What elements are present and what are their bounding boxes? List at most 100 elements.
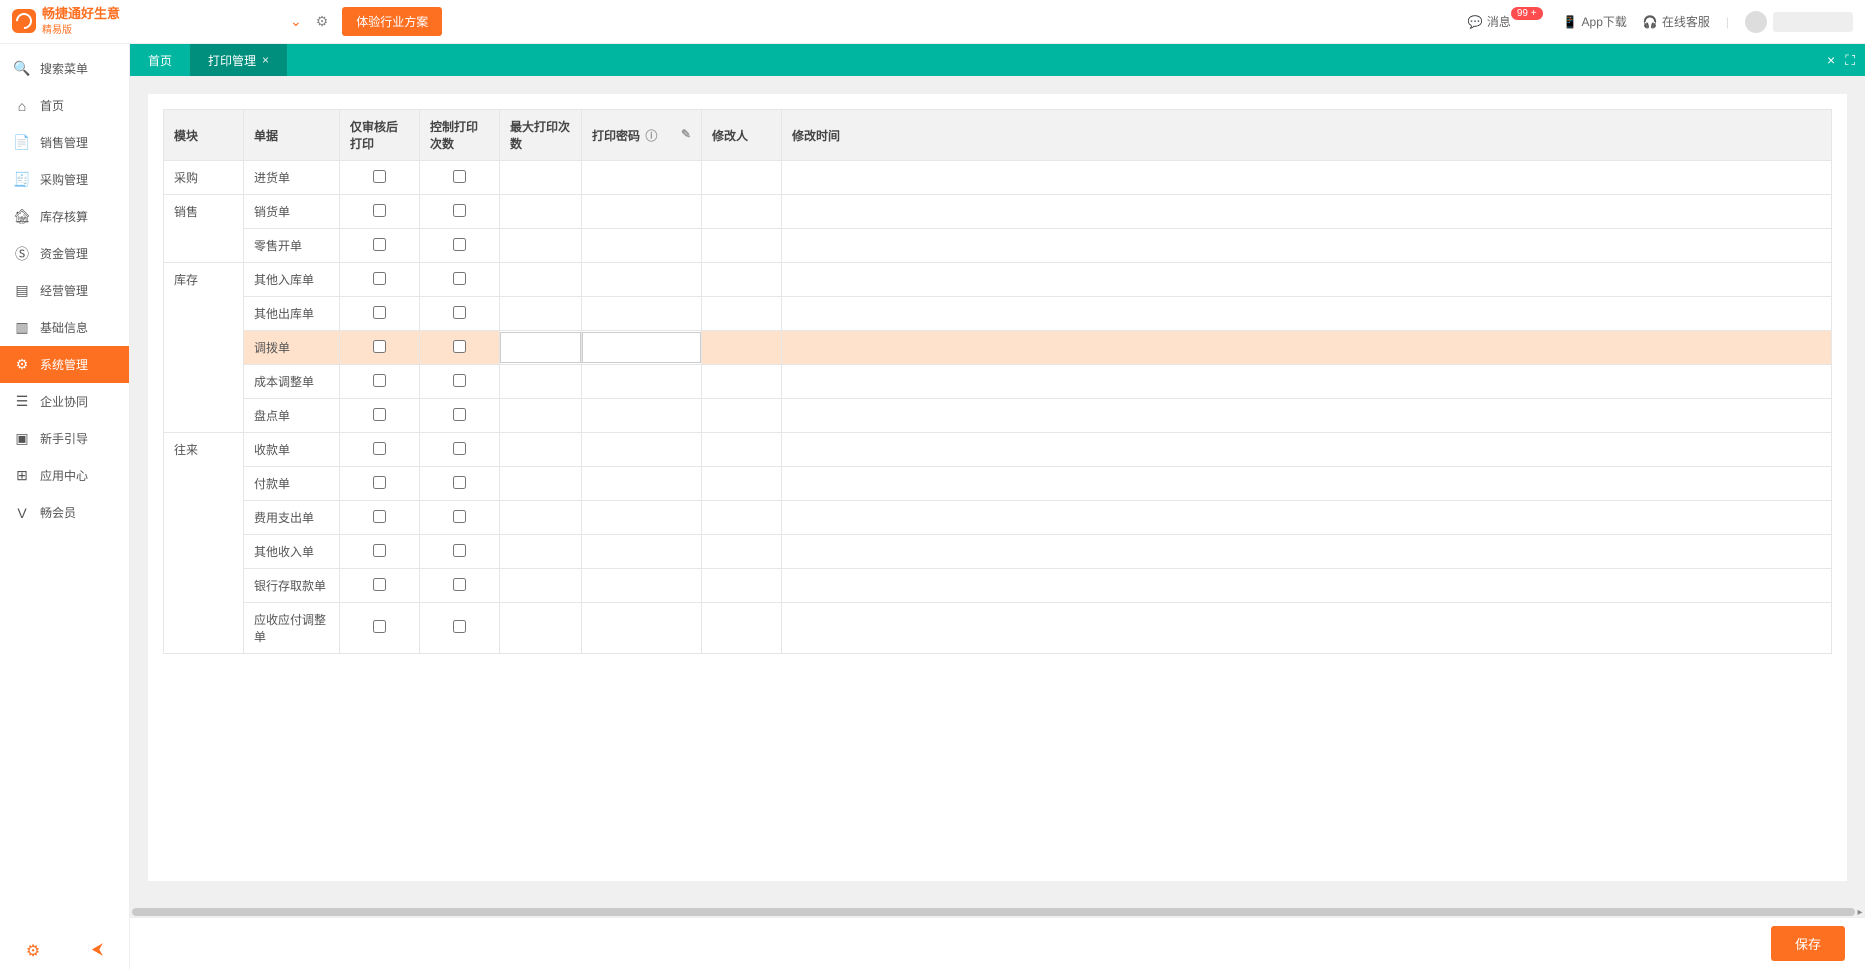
sidebar-item-3[interactable]: 🧾 采购管理 bbox=[0, 161, 129, 198]
save-button[interactable]: 保存 bbox=[1771, 926, 1845, 961]
company-selector[interactable]: ⌄ bbox=[144, 13, 302, 30]
password-input[interactable] bbox=[582, 332, 701, 363]
control-count-checkbox[interactable] bbox=[453, 510, 466, 523]
after-approve-cell bbox=[340, 535, 420, 569]
after-approve-checkbox[interactable] bbox=[373, 578, 386, 591]
close-icon[interactable]: × bbox=[262, 53, 269, 67]
sidebar-item-11[interactable]: ⊞应用中心 bbox=[0, 457, 129, 494]
doc-cell: 进货单 bbox=[244, 161, 340, 195]
after-approve-checkbox[interactable] bbox=[373, 544, 386, 557]
table-row[interactable]: 往来收款单 bbox=[164, 433, 1832, 467]
scrollbar-arrow-right-icon[interactable]: ▸ bbox=[1855, 907, 1865, 917]
online-service-link[interactable]: 🎧 在线客服 bbox=[1643, 13, 1710, 30]
after-approve-checkbox[interactable] bbox=[373, 306, 386, 319]
after-approve-checkbox[interactable] bbox=[373, 272, 386, 285]
after-approve-checkbox[interactable] bbox=[373, 476, 386, 489]
table-row[interactable]: 费用支出单 bbox=[164, 501, 1832, 535]
messages-link[interactable]: 💬 消息 99 + bbox=[1468, 13, 1547, 30]
sidebar-item-label: 采购管理 bbox=[40, 171, 88, 188]
table-row[interactable]: 银行存取款单 bbox=[164, 569, 1832, 603]
table-row[interactable]: 应收应付调整单 bbox=[164, 603, 1832, 654]
sidebar-item-12[interactable]: V畅会员 bbox=[0, 494, 129, 531]
after-approve-checkbox[interactable] bbox=[373, 374, 386, 387]
sidebar-item-8[interactable]: ⚙系统管理 bbox=[0, 346, 129, 383]
collapse-sidebar-icon[interactable]: ⮜ bbox=[92, 941, 103, 961]
table-row[interactable]: 其他出库单 bbox=[164, 297, 1832, 331]
sidebar-item-6[interactable]: ▤经营管理 bbox=[0, 272, 129, 309]
avatar-icon bbox=[1745, 11, 1767, 33]
app-download-link[interactable]: 📱 App下载 bbox=[1563, 13, 1627, 30]
table-row[interactable]: 库存其他入库单 bbox=[164, 263, 1832, 297]
sidebar-item-2[interactable]: 📄销售管理 bbox=[0, 124, 129, 161]
control-count-checkbox[interactable] bbox=[453, 442, 466, 455]
control-count-checkbox[interactable] bbox=[453, 544, 466, 557]
sidebar-item-9[interactable]: ☰企业协同 bbox=[0, 383, 129, 420]
control-count-checkbox[interactable] bbox=[453, 578, 466, 591]
sidebar-item-0[interactable]: 🔍搜索菜单 bbox=[0, 50, 129, 87]
settings-gear-icon[interactable]: ⚙ bbox=[26, 941, 40, 961]
table-row[interactable]: 零售开单 bbox=[164, 229, 1832, 263]
sidebar: 🔍搜索菜单⌂首页📄销售管理 🧾 采购管理 🏚库存核算Ⓢ资金管理▤经营管理▥基础信息⚙系… bbox=[0, 44, 130, 969]
sidebar-item-4[interactable]: 🏚库存核算 bbox=[0, 198, 129, 235]
modifier-cell bbox=[702, 399, 782, 433]
doc-cell: 其他出库单 bbox=[244, 297, 340, 331]
close-all-tabs-icon[interactable]: × bbox=[1827, 52, 1835, 68]
control-count-checkbox[interactable] bbox=[453, 204, 466, 217]
modify-time-cell bbox=[782, 331, 1832, 365]
messages-label: 消息 bbox=[1487, 13, 1511, 30]
tab-print-management[interactable]: 打印管理 × bbox=[190, 44, 287, 76]
control-count-checkbox[interactable] bbox=[453, 170, 466, 183]
fullscreen-icon[interactable]: ⛶ bbox=[1845, 52, 1855, 69]
control-count-checkbox[interactable] bbox=[453, 408, 466, 421]
after-approve-checkbox[interactable] bbox=[373, 238, 386, 251]
max-count-input[interactable] bbox=[500, 332, 581, 363]
table-row[interactable]: 调拨单 bbox=[164, 331, 1832, 365]
table-header-row: 模块 单据 仅审核后打印 控制打印次数 最大打印次数 打印密码 ⓘ ✎ 修改人 … bbox=[164, 110, 1832, 161]
sidebar-item-label: 搜索菜单 bbox=[40, 60, 88, 77]
control-count-checkbox[interactable] bbox=[453, 306, 466, 319]
after-approve-checkbox[interactable] bbox=[373, 620, 386, 633]
modify-time-cell bbox=[782, 603, 1832, 654]
industry-plan-button[interactable]: 体验行业方案 bbox=[342, 7, 442, 36]
sidebar-item-icon: 🧾 bbox=[14, 172, 30, 188]
table-row[interactable]: 成本调整单 bbox=[164, 365, 1832, 399]
sidebar-item-5[interactable]: Ⓢ资金管理 bbox=[0, 235, 129, 272]
user-menu[interactable] bbox=[1745, 11, 1853, 33]
control-count-checkbox[interactable] bbox=[453, 476, 466, 489]
control-count-checkbox[interactable] bbox=[453, 374, 466, 387]
tab-home[interactable]: 首页 bbox=[130, 44, 190, 76]
table-row[interactable]: 采购进货单 bbox=[164, 161, 1832, 195]
table-row[interactable]: 其他收入单 bbox=[164, 535, 1832, 569]
help-icon[interactable]: ⓘ bbox=[645, 129, 657, 143]
after-approve-checkbox[interactable] bbox=[373, 340, 386, 353]
app-download-label: App下载 bbox=[1582, 13, 1627, 30]
footer-bar: 保存 bbox=[130, 917, 1865, 969]
edit-icon[interactable]: ✎ bbox=[681, 127, 691, 141]
settings-icon[interactable]: ⚙ bbox=[316, 13, 329, 30]
chat-icon: 💬 bbox=[1468, 15, 1483, 29]
control-count-checkbox[interactable] bbox=[453, 272, 466, 285]
sidebar-item-10[interactable]: ▣新手引导 bbox=[0, 420, 129, 457]
after-approve-checkbox[interactable] bbox=[373, 442, 386, 455]
sidebar-item-label: 基础信息 bbox=[40, 319, 88, 336]
after-approve-checkbox[interactable] bbox=[373, 510, 386, 523]
module-cell: 库存 bbox=[164, 263, 244, 433]
password-cell bbox=[582, 603, 702, 654]
sidebar-item-1[interactable]: ⌂首页 bbox=[0, 87, 129, 124]
scrollbar-thumb[interactable] bbox=[132, 908, 1855, 916]
control-count-checkbox[interactable] bbox=[453, 238, 466, 251]
sidebar-item-7[interactable]: ▥基础信息 bbox=[0, 309, 129, 346]
horizontal-scrollbar[interactable]: ▸ bbox=[130, 907, 1865, 917]
tabs-right-controls: × ⛶ bbox=[1827, 44, 1865, 76]
control-count-checkbox[interactable] bbox=[453, 340, 466, 353]
after-approve-checkbox[interactable] bbox=[373, 204, 386, 217]
table-row[interactable]: 盘点单 bbox=[164, 399, 1832, 433]
table-row[interactable]: 付款单 bbox=[164, 467, 1832, 501]
after-approve-cell bbox=[340, 365, 420, 399]
control-count-cell bbox=[420, 195, 500, 229]
table-row[interactable]: 销售销货单 bbox=[164, 195, 1832, 229]
after-approve-checkbox[interactable] bbox=[373, 170, 386, 183]
control-count-cell bbox=[420, 433, 500, 467]
control-count-checkbox[interactable] bbox=[453, 620, 466, 633]
after-approve-checkbox[interactable] bbox=[373, 408, 386, 421]
